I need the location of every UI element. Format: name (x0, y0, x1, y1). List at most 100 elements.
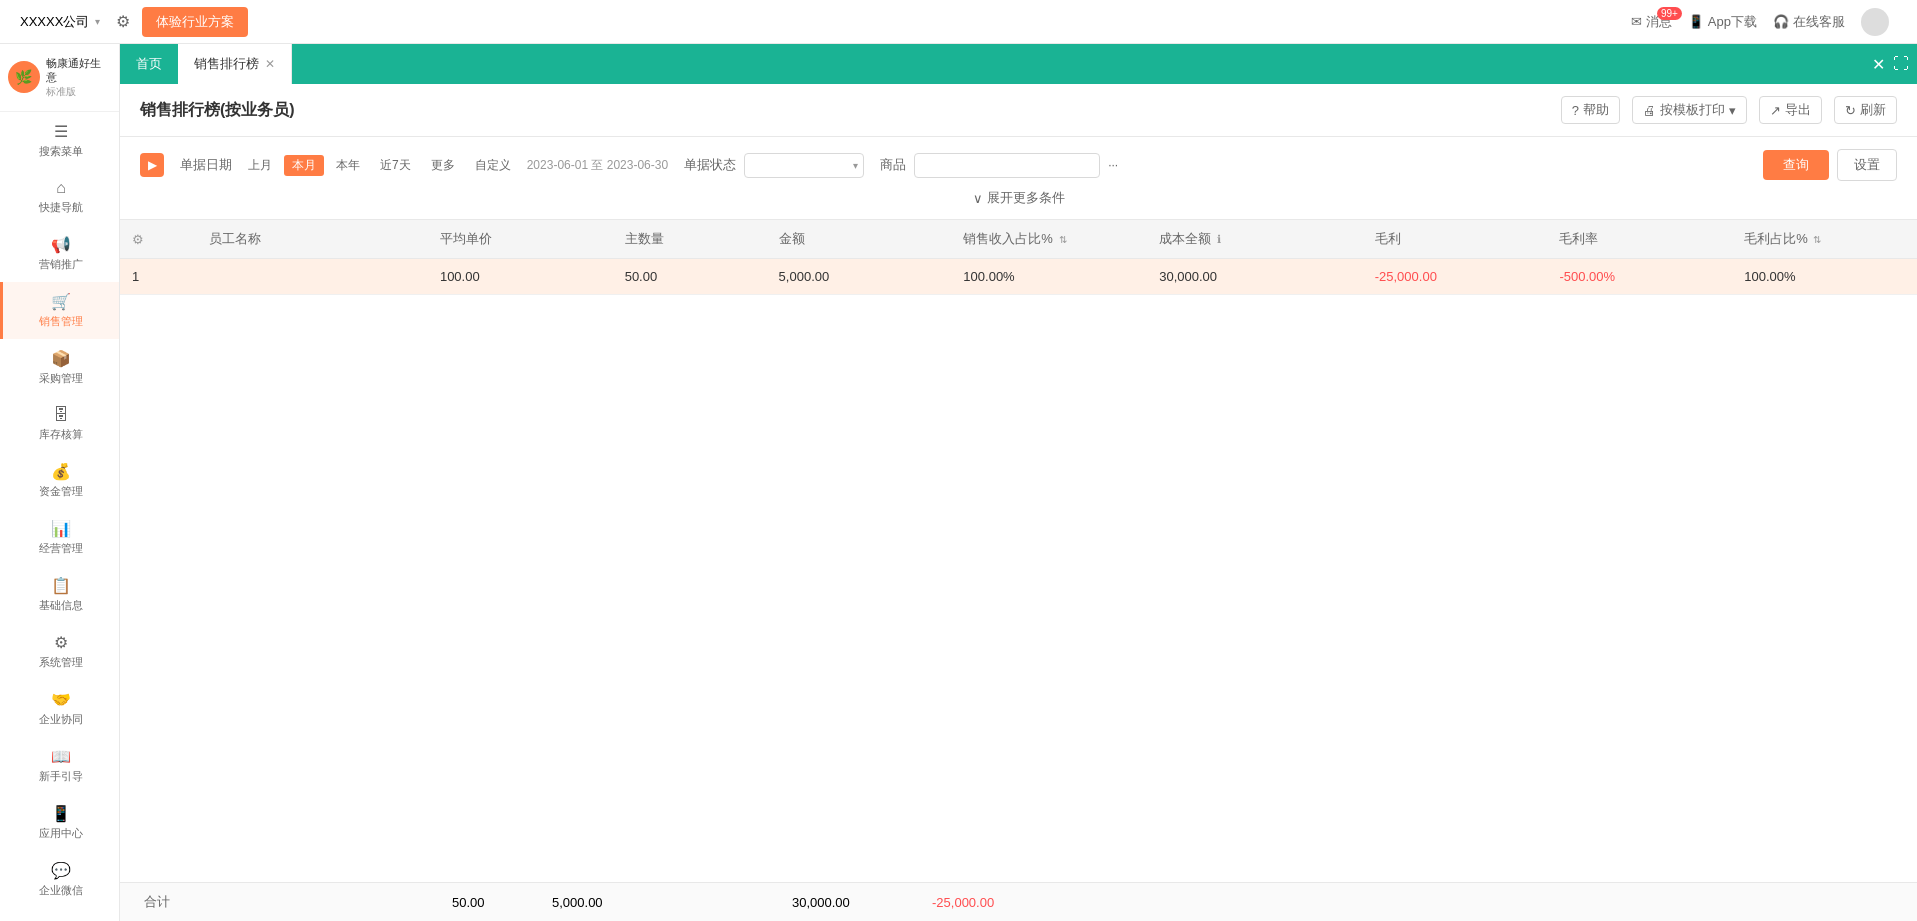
this-month-option[interactable]: 本月 (284, 155, 324, 176)
col-header-avg-price: 平均单价 (428, 220, 613, 259)
print-icon: 🖨 (1643, 103, 1656, 118)
col-header-amount: 金额 (767, 220, 952, 259)
sidebar-item-purchase[interactable]: 📦 采购管理 (0, 339, 119, 396)
sidebar-item-label: 搜索菜单 (39, 144, 83, 159)
sidebar-item-label: 快捷导航 (39, 200, 83, 215)
money-icon: 💰 (51, 462, 71, 481)
message-button[interactable]: ✉ 消息 99+ (1631, 13, 1672, 31)
page-actions: ? 帮助 🖨 按模板打印 ▾ ↗ 导出 ↻ 刷新 (1561, 96, 1897, 124)
col-header-profit: 毛利 (1363, 220, 1548, 259)
sidebar-item-basics[interactable]: 📋 基础信息 (0, 566, 119, 623)
content-area: 首页 销售排行榜 ✕ ✕ ⛶ 销售排行榜(按业务员) ? 帮助 (120, 44, 1917, 921)
page-header: 销售排行榜(按业务员) ? 帮助 🖨 按模板打印 ▾ ↗ 导出 (120, 84, 1917, 137)
this-year-option[interactable]: 本年 (328, 155, 368, 176)
avatar[interactable] (1861, 8, 1889, 36)
sidebar: 🌿 畅康通好生意 标准版 ☰ 搜索菜单 ⌂ 快捷导航 📢 营销推广 🛒 销售管理… (0, 44, 120, 921)
sidebar-item-label: 库存核算 (39, 427, 83, 442)
trial-button[interactable]: 体验行业方案 (142, 7, 248, 37)
sidebar-item-inventory[interactable]: 🗄 库存核算 (0, 396, 119, 452)
chevron-down-icon: ▾ (1729, 103, 1736, 118)
goods-input[interactable] (914, 153, 1100, 178)
tab-label: 销售排行榜 (194, 55, 259, 73)
sort-icon[interactable]: ⇅ (1059, 234, 1067, 245)
headset-icon: 🎧 (1773, 14, 1789, 29)
chevron-down-icon: ∨ (973, 191, 983, 206)
sort-icon[interactable]: ⇅ (1813, 234, 1821, 245)
refresh-button[interactable]: ↻ 刷新 (1834, 96, 1897, 124)
custom-option[interactable]: 自定义 (467, 155, 519, 176)
sidebar-item-wechat[interactable]: 💬 企业微信 (0, 851, 119, 908)
expand-more-button[interactable]: ∨ 展开更多条件 (140, 189, 1897, 207)
sidebar-item-label: 营销推广 (39, 257, 83, 272)
book-icon: 📖 (51, 747, 71, 766)
sidebar-item-marketing[interactable]: 📢 营销推广 (0, 225, 119, 282)
more-filter-icon[interactable]: ··· (1108, 158, 1118, 172)
sidebar-item-guide[interactable]: 📖 新手引导 (0, 737, 119, 794)
sidebar-item-label: 采购管理 (39, 371, 83, 386)
top-header: XXXXX公司 ▾ ⚙ 体验行业方案 ✉ 消息 99+ 📱 App下载 🎧 在线… (0, 0, 1917, 44)
last-month-option[interactable]: 上月 (240, 155, 280, 176)
home-icon: ⌂ (56, 179, 66, 197)
last7days-option[interactable]: 近7天 (372, 155, 419, 176)
logo-icon: 🌿 (8, 61, 40, 93)
sidebar-item-sales[interactable]: 🛒 销售管理 (0, 282, 119, 339)
tab-close-icon[interactable]: ✕ (265, 57, 275, 71)
query-button[interactable]: 查询 (1763, 150, 1829, 180)
cell-idx: 1 (120, 259, 197, 295)
company-selector[interactable]: XXXXX公司 ▾ (12, 9, 108, 35)
handshake-icon: 🤝 (51, 690, 71, 709)
list-icon: 📋 (51, 576, 71, 595)
info-icon[interactable]: ℹ (1217, 233, 1221, 245)
sidebar-item-label: 企业协同 (39, 712, 83, 727)
status-label: 单据状态 (684, 156, 736, 174)
sidebar-item-system[interactable]: ⚙ 系统管理 (0, 623, 119, 680)
cart-icon: 🛒 (51, 292, 71, 311)
message-badge: 99+ (1657, 7, 1682, 20)
sidebar-item-app-center[interactable]: 📱 应用中心 (0, 794, 119, 851)
tab-home[interactable]: 首页 (120, 44, 178, 84)
tab-sales-ranking[interactable]: 销售排行榜 ✕ (178, 44, 292, 84)
print-button[interactable]: 🖨 按模板打印 ▾ (1632, 96, 1747, 124)
sidebar-item-shortcut[interactable]: ⌂ 快捷导航 (0, 169, 119, 225)
settings-icon[interactable]: ⚙ (116, 12, 130, 31)
column-settings-icon[interactable]: ⚙ (132, 232, 144, 247)
cell-cost: 30,000.00 (1147, 259, 1363, 295)
footer-profit: -25,000.00 (932, 895, 1052, 910)
table-container: ⚙ 员工名称 平均单价 主数量 (120, 220, 1917, 882)
online-service-button[interactable]: 🎧 在线客服 (1773, 13, 1845, 31)
col-header-profit-pct: 毛利占比% ⇅ (1732, 220, 1917, 259)
col-header-settings: ⚙ (120, 220, 197, 259)
sidebar-item-label: 经营管理 (39, 541, 83, 556)
sidebar-item-vip[interactable]: ♛ 畅会员 (0, 908, 119, 921)
tab-close-button[interactable]: ✕ (1872, 55, 1885, 74)
chevron-down-icon: ▾ (95, 16, 100, 27)
cell-sales-pct: 100.00% (951, 259, 1147, 295)
col-header-name: 员工名称 (197, 220, 428, 259)
database-icon: 🗄 (53, 406, 69, 424)
cell-profit-rate: -500.00% (1547, 259, 1732, 295)
goods-label: 商品 (880, 156, 906, 174)
status-filter-group: 单据状态 (684, 153, 864, 178)
settings-button[interactable]: 设置 (1837, 149, 1897, 181)
goods-filter-group: 商品 ··· (880, 153, 1118, 178)
sidebar-item-label: 系统管理 (39, 655, 83, 670)
status-select[interactable] (744, 153, 864, 178)
wechat-icon: 💬 (51, 861, 71, 880)
sidebar-item-enterprise[interactable]: 🤝 企业协同 (0, 680, 119, 737)
sidebar-item-search[interactable]: ☰ 搜索菜单 (0, 112, 119, 169)
cell-name (197, 259, 428, 295)
main-layout: 🌿 畅康通好生意 标准版 ☰ 搜索菜单 ⌂ 快捷导航 📢 营销推广 🛒 销售管理… (0, 44, 1917, 921)
filter-toggle-arrow[interactable]: ▶ (140, 153, 164, 177)
sidebar-item-label: 基础信息 (39, 598, 83, 613)
app-download-button[interactable]: 📱 App下载 (1688, 13, 1757, 31)
more-option[interactable]: 更多 (423, 155, 463, 176)
megaphone-icon: 📢 (51, 235, 71, 254)
sidebar-item-finance[interactable]: 💰 资金管理 (0, 452, 119, 509)
tab-bar: 首页 销售排行榜 ✕ ✕ ⛶ (120, 44, 1917, 84)
tab-maximize-button[interactable]: ⛶ (1893, 55, 1909, 73)
sidebar-item-management[interactable]: 📊 经营管理 (0, 509, 119, 566)
filter-area: ▶ 单据日期 上月 本月 本年 近7天 更多 自定义 2023-06-01 至 … (120, 137, 1917, 220)
sidebar-item-label: 应用中心 (39, 826, 83, 841)
export-button[interactable]: ↗ 导出 (1759, 96, 1822, 124)
help-button[interactable]: ? 帮助 (1561, 96, 1620, 124)
